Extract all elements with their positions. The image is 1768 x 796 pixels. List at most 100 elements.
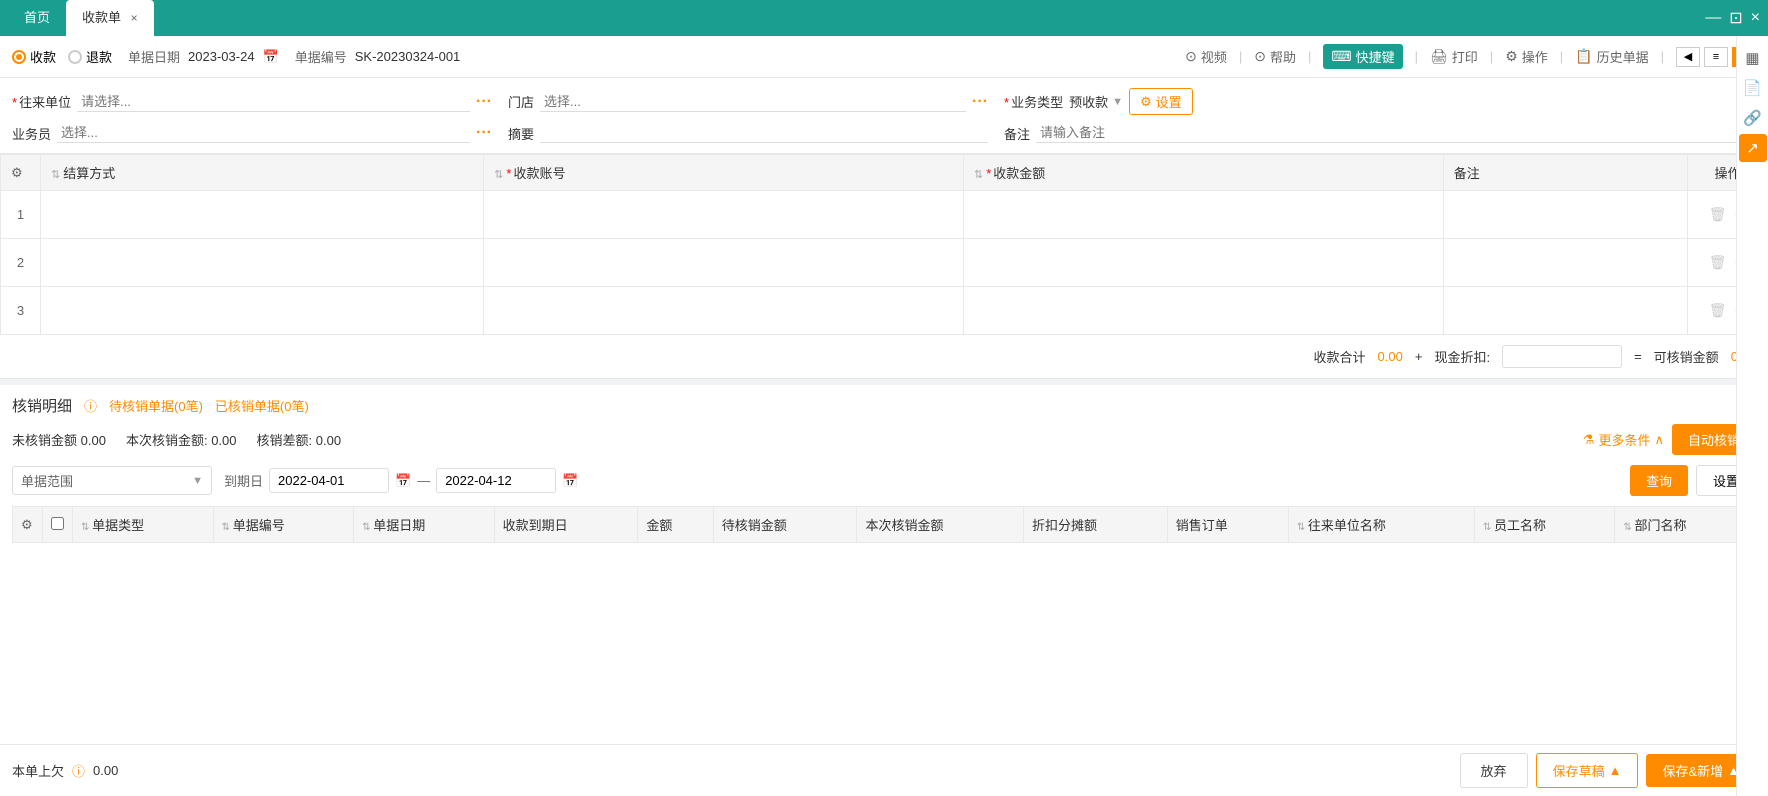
summary-row: 收款合计 0.00 + 现金折扣: = 可核销金额 0.00 bbox=[0, 335, 1768, 379]
summary-input[interactable] bbox=[540, 123, 988, 143]
customer-input[interactable] bbox=[77, 92, 470, 112]
table-row: 3 🗑 ⊕ bbox=[1, 287, 1768, 335]
pending-tab[interactable]: 待核销单据(0笔) bbox=[109, 396, 203, 415]
chevron-up-icon: ∧ bbox=[1654, 432, 1664, 448]
tab-close-icon[interactable]: × bbox=[131, 11, 138, 25]
customer-more-btn[interactable]: ··· bbox=[476, 93, 492, 111]
window-close-icon[interactable]: × bbox=[1751, 9, 1760, 27]
footer-info: 本单上欠 ⓘ 0.00 bbox=[12, 761, 118, 780]
col-remark: 备注 bbox=[1443, 155, 1687, 191]
sidebar-expand-icon[interactable]: ↗ bbox=[1739, 134, 1767, 162]
remark-cell[interactable] bbox=[1443, 287, 1687, 335]
remark-cell[interactable] bbox=[1443, 239, 1687, 287]
bottom-table-section: ⚙ 单据类型 单据编号 单据日期 bbox=[12, 506, 1756, 543]
discount-input[interactable] bbox=[1502, 345, 1622, 368]
operation-btn[interactable]: ⚙ 操作 bbox=[1505, 47, 1548, 66]
date-to-input[interactable] bbox=[436, 468, 556, 493]
radio-receive[interactable]: 收款 bbox=[12, 47, 56, 66]
save-draft-button[interactable]: 保存草稿 ▲ bbox=[1536, 753, 1639, 788]
tab-receipt[interactable]: 收款单 × bbox=[66, 0, 154, 36]
sidebar-link-icon[interactable]: 🔗 bbox=[1739, 104, 1767, 132]
done-tab[interactable]: 已核销单据(0笔) bbox=[215, 396, 309, 415]
account-cell[interactable] bbox=[484, 239, 964, 287]
gear-icon: ⚙ bbox=[1140, 94, 1152, 110]
col-discount: 折扣分摊额 bbox=[1024, 507, 1168, 543]
tab-bar: 首页 收款单 × — ⊡ × bbox=[0, 0, 1768, 36]
account-cell[interactable] bbox=[484, 191, 964, 239]
date-info: 单据日期 2023-03-24 📅 bbox=[128, 47, 279, 66]
amount-cell[interactable] bbox=[963, 239, 1443, 287]
footer-actions: 放弃 保存草稿 ▲ 保存&新增 ▲ bbox=[1460, 753, 1756, 788]
settlement-cell[interactable] bbox=[41, 191, 484, 239]
calendar-to-icon[interactable]: 📅 bbox=[562, 473, 578, 489]
print-icon: 🖨 bbox=[1430, 48, 1448, 65]
receipt-type-radio: 收款 退款 bbox=[12, 47, 112, 66]
more-conditions-btn[interactable]: ⚗ 更多条件 ∧ bbox=[1583, 430, 1664, 449]
staff-more-btn[interactable]: ··· bbox=[476, 124, 492, 142]
staff-input[interactable] bbox=[57, 123, 470, 143]
shop-field: 门店 ··· bbox=[508, 92, 988, 112]
calendar-icon[interactable]: 📅 bbox=[263, 49, 279, 65]
toolbar-actions: ⊙ 视频 | ⊙ 帮助 | ⌨ 快捷键 | 🖨 打印 | ⚙ 操作 bbox=[1185, 44, 1756, 69]
remark-cell[interactable] bbox=[1443, 191, 1687, 239]
scope-select[interactable]: 单据范围 ▼ bbox=[12, 466, 212, 495]
filter-row: 单据范围 ▼ 到期日 📅 — 📅 查询 设置 bbox=[12, 465, 1756, 496]
radio-receive-dot bbox=[12, 50, 26, 64]
form-row-2: 业务员 ··· 摘要 备注 bbox=[12, 123, 1756, 143]
form-row-1: *往来单位 ··· 门店 ··· *业务类型 预收款 ▼ ⚙ 设置 bbox=[12, 88, 1756, 115]
tab-home[interactable]: 首页 bbox=[8, 0, 66, 36]
draft-arrow-icon: ▲ bbox=[1609, 763, 1622, 778]
col-current: 本次核销金额 bbox=[857, 507, 1024, 543]
prev-icon[interactable]: ◀ bbox=[1676, 47, 1700, 67]
delete-icon[interactable]: 🗑 bbox=[1709, 254, 1727, 271]
settlement-cell[interactable] bbox=[41, 287, 484, 335]
abandon-button[interactable]: 放弃 bbox=[1460, 753, 1528, 788]
main-content: 收款 退款 单据日期 2023-03-24 📅 单据编号 SK-20230324… bbox=[0, 36, 1768, 796]
query-button[interactable]: 查询 bbox=[1630, 465, 1688, 496]
window-restore-icon[interactable]: ⊡ bbox=[1729, 8, 1742, 28]
col-customer: 往来单位名称 bbox=[1288, 507, 1474, 543]
select-all-checkbox[interactable] bbox=[51, 517, 64, 530]
table-row: 2 🗑 ⊕ bbox=[1, 239, 1768, 287]
col-staff: 员工名称 bbox=[1474, 507, 1615, 543]
amount-cell[interactable] bbox=[963, 191, 1443, 239]
footer-info-icon[interactable]: ⓘ bbox=[72, 761, 85, 780]
calendar-from-icon[interactable]: 📅 bbox=[395, 473, 411, 489]
help-btn[interactable]: ⊙ 帮助 bbox=[1254, 47, 1296, 66]
delete-icon[interactable]: 🗑 bbox=[1709, 206, 1727, 223]
shortcut-btn[interactable]: ⌨ 快捷键 bbox=[1323, 44, 1402, 69]
col-amount: *收款金额 bbox=[963, 155, 1443, 191]
biz-type-field: *业务类型 预收款 ▼ ⚙ 设置 bbox=[1004, 88, 1404, 115]
filter-icon: ⚗ bbox=[1583, 432, 1595, 448]
sidebar-table-icon[interactable]: ▦ bbox=[1739, 44, 1767, 72]
diff-stat: 核销差额: 0.00 bbox=[257, 430, 342, 449]
sidebar-doc-icon[interactable]: 📄 bbox=[1739, 74, 1767, 102]
account-cell[interactable] bbox=[484, 287, 964, 335]
verify-info-icon[interactable]: ⓘ bbox=[84, 396, 97, 415]
window-min-icon[interactable]: — bbox=[1705, 9, 1721, 27]
remark-input[interactable] bbox=[1036, 123, 1756, 143]
table-row: 1 🗑 ⊕ bbox=[1, 191, 1768, 239]
date-from-input[interactable] bbox=[269, 468, 389, 493]
toolbar: 收款 退款 单据日期 2023-03-24 📅 单据编号 SK-20230324… bbox=[0, 36, 1768, 78]
print-btn[interactable]: 🖨 打印 bbox=[1430, 47, 1478, 66]
settings-button[interactable]: ⚙ 设置 bbox=[1129, 88, 1193, 115]
shop-more-btn[interactable]: ··· bbox=[972, 93, 988, 111]
delete-icon[interactable]: 🗑 bbox=[1709, 302, 1727, 319]
col-bill-number: 单据编号 bbox=[213, 507, 354, 543]
video-btn[interactable]: ⊙ 视频 bbox=[1185, 47, 1227, 66]
receipt-table-section: ⚙ 结算方式 *收款账号 *收款金额 备注 操作 bbox=[0, 154, 1768, 335]
list-icon[interactable]: ≡ bbox=[1704, 47, 1728, 67]
form-section: *往来单位 ··· 门店 ··· *业务类型 预收款 ▼ ⚙ 设置 bbox=[0, 78, 1768, 154]
amount-cell[interactable] bbox=[963, 287, 1443, 335]
radio-refund[interactable]: 退款 bbox=[68, 47, 112, 66]
operation-icon: ⚙ bbox=[1505, 48, 1518, 65]
table-settings-icon2[interactable]: ⚙ bbox=[21, 517, 33, 532]
shop-input[interactable] bbox=[540, 92, 966, 112]
settlement-cell[interactable] bbox=[41, 239, 484, 287]
table-settings-icon[interactable]: ⚙ bbox=[11, 165, 23, 180]
current-stat: 本次核销金额: 0.00 bbox=[126, 430, 237, 449]
biz-type-select[interactable]: 预收款 ▼ bbox=[1069, 92, 1123, 111]
history-btn[interactable]: 📋 历史单据 bbox=[1575, 47, 1648, 66]
number-info: 单据编号 SK-20230324-001 bbox=[295, 47, 461, 66]
